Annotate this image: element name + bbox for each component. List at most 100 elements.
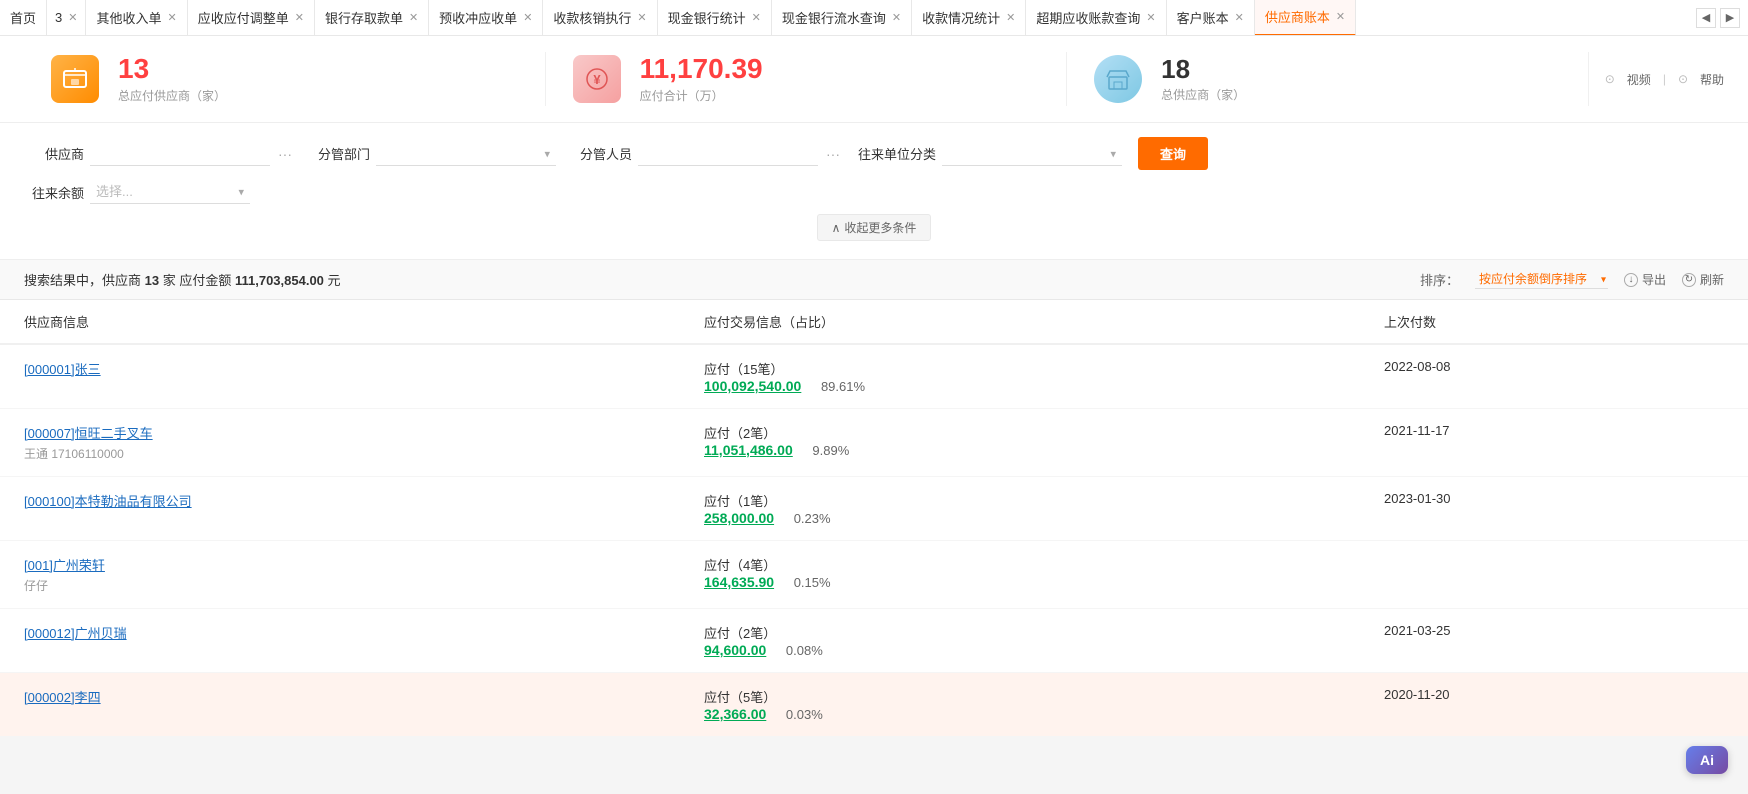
last-pay-cell-3: 2023-01-30	[1384, 491, 1724, 506]
close-tab-receipt-stat[interactable]: ✕	[1006, 11, 1015, 24]
summary-total-suppliers: 18 总供应商（家）	[1067, 52, 1589, 106]
table-row: [000012]广州贝瑞 应付（2笔） 94,600.00 0.08% 2021…	[0, 609, 1748, 673]
summary-bar: 13 总应付供应商（家） ¥ 11,170.39 应付合计（万）	[0, 36, 1748, 123]
nav-tab-3[interactable]: 3 ✕	[47, 0, 86, 36]
nav-prev-button[interactable]: ◀	[1696, 8, 1716, 28]
balance-select-wrap: 选择...	[90, 180, 250, 204]
supplier-link-6[interactable]: [000002]李四	[24, 687, 704, 706]
close-tab-prepay[interactable]: ✕	[523, 11, 532, 24]
dept-select[interactable]	[376, 142, 556, 166]
person-dots-btn[interactable]: ···	[824, 146, 842, 162]
result-supplier-count: 13	[145, 273, 159, 288]
supplier-count-value: 13	[118, 54, 226, 85]
ai-badge[interactable]: Ai	[1686, 746, 1728, 774]
supplier-cell-4: [001]广州荣轩 仔仔	[24, 555, 704, 594]
payable-percent-3: 0.23%	[794, 511, 831, 526]
supplier-link-4[interactable]: [001]广州荣轩	[24, 555, 704, 574]
filter-row-2: 往来余额 选择...	[24, 180, 1724, 204]
last-pay-cell-1: 2022-08-08	[1384, 359, 1724, 374]
nav-tab-home[interactable]: 首页	[0, 0, 47, 36]
sort-select-wrap: 按应付余额倒序排序	[1475, 270, 1608, 289]
nav-tab-prepay-offset[interactable]: 预收冲应收单 ✕	[429, 0, 543, 36]
nav-tab-receipt-verify[interactable]: 收款核销执行 ✕	[543, 0, 657, 36]
close-tab-customer-ledger[interactable]: ✕	[1235, 11, 1244, 24]
supplier-icon	[48, 52, 102, 106]
export-action[interactable]: ↓ 导出	[1624, 271, 1666, 288]
payable-percent-4: 0.15%	[794, 575, 831, 590]
last-pay-date-3: 2023-01-30	[1384, 491, 1451, 506]
query-button[interactable]: 查询	[1138, 137, 1208, 170]
nav-tab-bank-deposit[interactable]: 银行存取款单 ✕	[315, 0, 429, 36]
supplier-link-5[interactable]: [000012]广州贝瑞	[24, 623, 704, 642]
supplier-input[interactable]	[90, 142, 270, 166]
person-filter-label: 分管人员	[572, 144, 632, 163]
refresh-action[interactable]: ↻ 刷新	[1682, 271, 1724, 288]
table-row: [000007]恒旺二手叉车 王通 17106110000 应付（2笔） 11,…	[0, 409, 1748, 477]
summary-payable-total: ¥ 11,170.39 应付合计（万）	[546, 52, 1068, 106]
nav-arrow-group: ◀ ▶	[1688, 8, 1748, 28]
balance-select[interactable]: 选择...	[90, 180, 250, 204]
person-filter: 分管人员 ···	[572, 142, 842, 166]
supplier-cell-5: [000012]广州贝瑞	[24, 623, 704, 642]
sort-select[interactable]: 按应付余额倒序排序	[1475, 270, 1608, 289]
supplier-link-2[interactable]: [000007]恒旺二手叉车	[24, 423, 704, 442]
person-input[interactable]	[638, 142, 818, 166]
payable-percent-2: 9.89%	[812, 443, 849, 458]
payable-cell-1: 应付（15笔） 100,092,540.00 89.61%	[704, 359, 1384, 394]
close-tab-cash-stat[interactable]: ✕	[752, 11, 761, 24]
nav-tab-ar-ap-adjust[interactable]: 应收应付调整单 ✕	[188, 0, 315, 36]
payable-amount-2[interactable]: 11,051,486.00	[704, 442, 793, 458]
supplier-link-3[interactable]: [000100]本特勒油品有限公司	[24, 491, 704, 510]
close-tab-ar-ap[interactable]: ✕	[295, 11, 304, 24]
payable-amount-6[interactable]: 32,366.00	[704, 706, 766, 722]
unit-class-select-wrap	[942, 142, 1122, 166]
nav-tab-receipt-stat[interactable]: 收款情况统计 ✕	[912, 0, 1026, 36]
help-links: ⊙ 视频 | ⊙ 帮助	[1589, 71, 1724, 88]
nav-tab-other-income[interactable]: 其他收入单 ✕	[86, 0, 187, 36]
supplier-dots-btn[interactable]: ···	[276, 146, 294, 162]
table-row: [000100]本特勒油品有限公司 应付（1笔） 258,000.00 0.23…	[0, 477, 1748, 541]
last-pay-date-1: 2022-08-08	[1384, 359, 1451, 374]
video-link[interactable]: 视频	[1627, 71, 1651, 88]
table-row: [000002]李四 应付（5笔） 32,366.00 0.03% 2020-1…	[0, 673, 1748, 737]
nav-tab-overdue-ar[interactable]: 超期应收账款查询 ✕	[1026, 0, 1166, 36]
close-tab-overdue[interactable]: ✕	[1146, 11, 1155, 24]
payable-cell-5: 应付（2笔） 94,600.00 0.08%	[704, 623, 1384, 658]
payable-amount-4[interactable]: 164,635.90	[704, 574, 774, 590]
supplier-cell-1: [000001]张三	[24, 359, 704, 378]
unit-class-select[interactable]	[942, 142, 1122, 166]
close-tab-flow[interactable]: ✕	[892, 11, 901, 24]
nav-tab-cash-flow[interactable]: 现金银行流水查询 ✕	[772, 0, 912, 36]
supplier-link-1[interactable]: [000001]张三	[24, 359, 704, 378]
payable-amount-3[interactable]: 258,000.00	[704, 510, 774, 526]
filter-row-1: 供应商 ··· 分管部门 分管人员 ··· 往来单位分类	[24, 137, 1724, 170]
payable-amount-1[interactable]: 100,092,540.00	[704, 378, 801, 394]
nav-tab-customer-ledger[interactable]: 客户账本 ✕	[1167, 0, 1255, 36]
sort-label: 排序：	[1420, 270, 1459, 289]
supplier-count-label: 总应付供应商（家）	[118, 87, 226, 104]
svg-text:¥: ¥	[593, 72, 601, 87]
nav-tab-supplier-ledger[interactable]: 供应商账本 ✕	[1255, 0, 1356, 36]
payable-label-3: 应付（1笔）	[704, 491, 1384, 510]
help-link[interactable]: 帮助	[1700, 71, 1724, 88]
close-tab-bank[interactable]: ✕	[409, 11, 418, 24]
close-tab-3[interactable]: ✕	[68, 11, 77, 24]
close-tab-receipt[interactable]: ✕	[637, 11, 646, 24]
store-icon	[1091, 52, 1145, 106]
last-pay-cell-2: 2021-11-17	[1384, 423, 1724, 438]
nav-tab-cash-bank-stat[interactable]: 现金银行统计 ✕	[658, 0, 772, 36]
payable-percent-6: 0.03%	[786, 707, 823, 722]
balance-filter: 往来余额 选择...	[24, 180, 250, 204]
collapse-button[interactable]: ∧ 收起更多条件	[817, 214, 932, 241]
nav-next-button[interactable]: ▶	[1720, 8, 1740, 28]
supplier-cell-3: [000100]本特勒油品有限公司	[24, 491, 704, 510]
summary-info-payable: 11,170.39 应付合计（万）	[640, 54, 763, 104]
col-payable-info: 应付交易信息（占比）	[704, 312, 1384, 331]
last-pay-date-5: 2021-03-25	[1384, 623, 1451, 638]
payable-cell-3: 应付（1笔） 258,000.00 0.23%	[704, 491, 1384, 526]
close-tab-supplier-ledger[interactable]: ✕	[1336, 10, 1345, 23]
payable-percent-1: 89.61%	[821, 379, 865, 394]
payable-amount-5[interactable]: 94,600.00	[704, 642, 766, 658]
close-tab-other-income[interactable]: ✕	[167, 11, 176, 24]
dept-select-wrap	[376, 142, 556, 166]
